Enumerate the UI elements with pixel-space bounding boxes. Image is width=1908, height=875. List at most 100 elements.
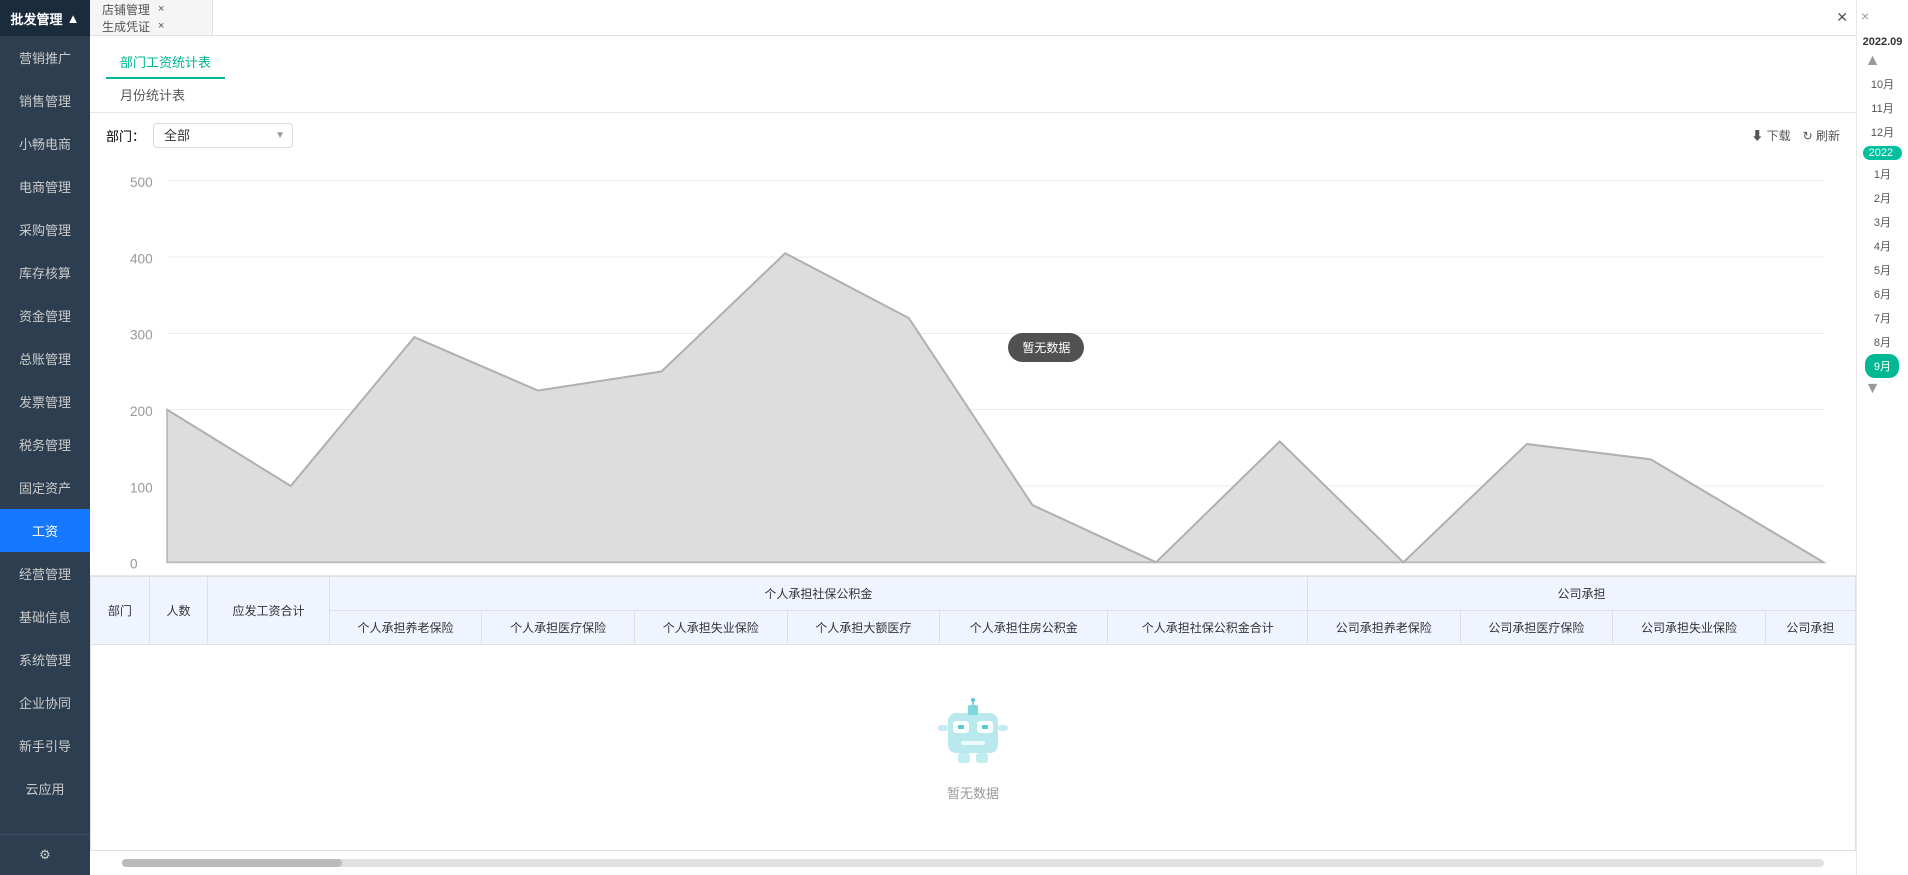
sidebar-items: 营销推广销售管理小畅电商电商管理采购管理库存核算资金管理总账管理发票管理税务管理…: [0, 36, 90, 810]
sidebar-header[interactable]: 批发管理 ▲: [0, 0, 90, 36]
sidebar-item-销售管理[interactable]: 销售管理: [0, 79, 90, 122]
scrollbar-container: [90, 851, 1856, 875]
th-company-group: 公司承担: [1308, 577, 1856, 611]
settings-icon[interactable]: ⚙: [0, 835, 90, 875]
sidebar-item-税务管理[interactable]: 税务管理: [0, 423, 90, 466]
download-icon: ⬇: [1751, 129, 1766, 143]
sidebar-item-新手引导[interactable]: 新手引导: [0, 724, 90, 767]
month-item-8月[interactable]: 8月: [1863, 330, 1903, 354]
sidebar-item-采购管理[interactable]: 采购管理: [0, 208, 90, 251]
tab-生成凭证[interactable]: 生成凭证 ×: [90, 18, 213, 35]
right-panel: × 2022.09 ▲ 10月11月12月 2022 1月2月3月4月5月6月7…: [1856, 0, 1908, 875]
sidebar-item-营销推广[interactable]: 营销推广: [0, 36, 90, 79]
panel-up-arrow[interactable]: ▲: [1863, 50, 1903, 72]
tabbar: 首页门店商品目录×销售单×店铺管理×生成凭证×应收应付调整单×工资表×工资统计报…: [90, 0, 1856, 36]
svg-text:100: 100: [130, 480, 153, 495]
empty-text: 暂无数据: [947, 783, 999, 802]
sidebar-item-发票管理[interactable]: 发票管理: [0, 380, 90, 423]
sidebar-item-基础信息[interactable]: 基础信息: [0, 595, 90, 638]
right-panel-close-icon[interactable]: ×: [1861, 8, 1869, 24]
th-co-other: 公司承担: [1765, 611, 1855, 645]
th-medical: 个人承担医疗保险: [482, 611, 635, 645]
dept-select[interactable]: 全部: [153, 123, 293, 148]
right-panel-content: 2022.09 ▲ 10月11月12月 2022 1月2月3月4月5月6月7月8…: [1863, 32, 1903, 400]
sidebar-item-经营管理[interactable]: 经营管理: [0, 552, 90, 595]
th-co-unemploy: 公司承担失业保险: [1613, 611, 1766, 645]
months-2023-list: 1月2月3月4月5月6月7月8月9月: [1863, 162, 1903, 378]
sub-tabs-list: 部门工资统计表月份统计表: [106, 46, 225, 112]
tab-close-icon[interactable]: ×: [158, 3, 164, 15]
tab-店铺管理[interactable]: 店铺管理 ×: [90, 1, 213, 18]
sidebar-item-资金管理[interactable]: 资金管理: [0, 294, 90, 337]
month-item-2月[interactable]: 2月: [1863, 186, 1903, 210]
svg-text:400: 400: [130, 251, 153, 266]
chart-svg: 0 100 200 300 400 500: [130, 168, 1836, 575]
table-section: 部门 人数 应发工资合计 个人承担社保公积金 公司承担 个人承担养老保险 个人承…: [90, 575, 1856, 875]
month-item-5月[interactable]: 5月: [1863, 258, 1903, 282]
th-dept: 部门: [91, 577, 150, 645]
scrollbar-thumb[interactable]: [122, 859, 342, 867]
dept-label: 部门：: [106, 126, 145, 145]
year-2022-badge[interactable]: 2022: [1863, 146, 1903, 160]
content-area: 部门工资统计表月份统计表 部门： 全部 ▼ ⬇ 下载 ↻: [90, 36, 1856, 875]
th-count: 人数: [149, 577, 208, 645]
month-item-11月[interactable]: 11月: [1863, 96, 1903, 120]
sidebar-title: 批发管理: [11, 9, 63, 28]
month-item-7月[interactable]: 7月: [1863, 306, 1903, 330]
th-big-medical: 个人承担大额医疗: [787, 611, 940, 645]
th-unemploy: 个人承担失业保险: [634, 611, 787, 645]
month-item-10月[interactable]: 10月: [1863, 72, 1903, 96]
tab-close-icon[interactable]: ×: [158, 20, 164, 32]
sidebar-bottom: ⚙: [0, 834, 90, 875]
month-item-12月[interactable]: 12月: [1863, 120, 1903, 144]
toolbar-left: 部门： 全部 ▼: [106, 123, 293, 148]
sidebar-item-企业协同[interactable]: 企业协同: [0, 681, 90, 724]
sidebar: 批发管理 ▲ 营销推广销售管理小畅电商电商管理采购管理库存核算资金管理总账管理发…: [0, 0, 90, 875]
svg-text:200: 200: [130, 404, 153, 419]
sidebar-item-总账管理[interactable]: 总账管理: [0, 337, 90, 380]
sidebar-item-小畅电商[interactable]: 小畅电商: [0, 122, 90, 165]
svg-text:500: 500: [130, 175, 153, 190]
th-co-pension: 公司承担养老保险: [1308, 611, 1461, 645]
sidebar-item-云应用[interactable]: 云应用: [0, 767, 90, 810]
year-2022-label: 2022.09: [1863, 36, 1903, 48]
month-item-9月[interactable]: 9月: [1865, 354, 1899, 378]
th-pension: 个人承担养老保险: [329, 611, 482, 645]
sidebar-item-系统管理[interactable]: 系统管理: [0, 638, 90, 681]
sub-tab-部门工资统计表[interactable]: 部门工资统计表: [106, 46, 225, 79]
sidebar-arrow-icon: ▲: [67, 11, 80, 26]
month-item-6月[interactable]: 6月: [1863, 282, 1903, 306]
empty-row: 暂无数据: [91, 645, 1856, 851]
download-button[interactable]: ⬇ 下载: [1751, 127, 1790, 144]
sidebar-item-电商管理[interactable]: 电商管理: [0, 165, 90, 208]
main-area: 首页门店商品目录×销售单×店铺管理×生成凭证×应收应付调整单×工资表×工资统计报…: [90, 0, 1856, 875]
data-table: 部门 人数 应发工资合计 个人承担社保公积金 公司承担 个人承担养老保险 个人承…: [90, 576, 1856, 851]
tabbar-close-icon[interactable]: ✕: [1836, 9, 1848, 26]
tab-label: 店铺管理: [102, 1, 150, 18]
refresh-button[interactable]: ↻ 刷新: [1803, 127, 1840, 144]
month-item-1月[interactable]: 1月: [1863, 162, 1903, 186]
th-personal-group: 个人承担社保公积金: [329, 577, 1307, 611]
toolbar: 部门： 全部 ▼ ⬇ 下载 ↻ 刷新: [90, 113, 1856, 158]
chart-area-polygon: [167, 253, 1824, 562]
tab-label: 生成凭证: [102, 18, 150, 35]
sub-tabs: 部门工资统计表月份统计表: [90, 36, 1856, 113]
sub-tab-月份统计表[interactable]: 月份统计表: [106, 79, 225, 112]
toolbar-right: ⬇ 下载 ↻ 刷新: [1751, 127, 1840, 144]
refresh-icon: ↻: [1803, 129, 1816, 143]
sidebar-item-固定资产[interactable]: 固定资产: [0, 466, 90, 509]
panel-down-arrow[interactable]: ▼: [1863, 378, 1903, 400]
month-item-3月[interactable]: 3月: [1863, 210, 1903, 234]
tabbar-end: ✕: [1828, 9, 1856, 26]
month-item-4月[interactable]: 4月: [1863, 234, 1903, 258]
sidebar-item-工资[interactable]: 工资: [0, 509, 90, 552]
th-co-medical: 公司承担医疗保险: [1460, 611, 1613, 645]
sidebar-item-库存核算[interactable]: 库存核算: [0, 251, 90, 294]
th-total-personal: 个人承担社保公积金合计: [1108, 611, 1308, 645]
tabs-list: 首页门店商品目录×销售单×店铺管理×生成凭证×应收应付调整单×工资表×工资统计报…: [90, 0, 213, 36]
empty-state: 暂无数据: [101, 653, 1845, 842]
table-scrollbar[interactable]: [122, 859, 1824, 867]
svg-text:0: 0: [130, 556, 138, 571]
dept-select-wrapper: 全部 ▼: [153, 123, 293, 148]
months-2022-list: 10月11月12月: [1863, 72, 1903, 144]
